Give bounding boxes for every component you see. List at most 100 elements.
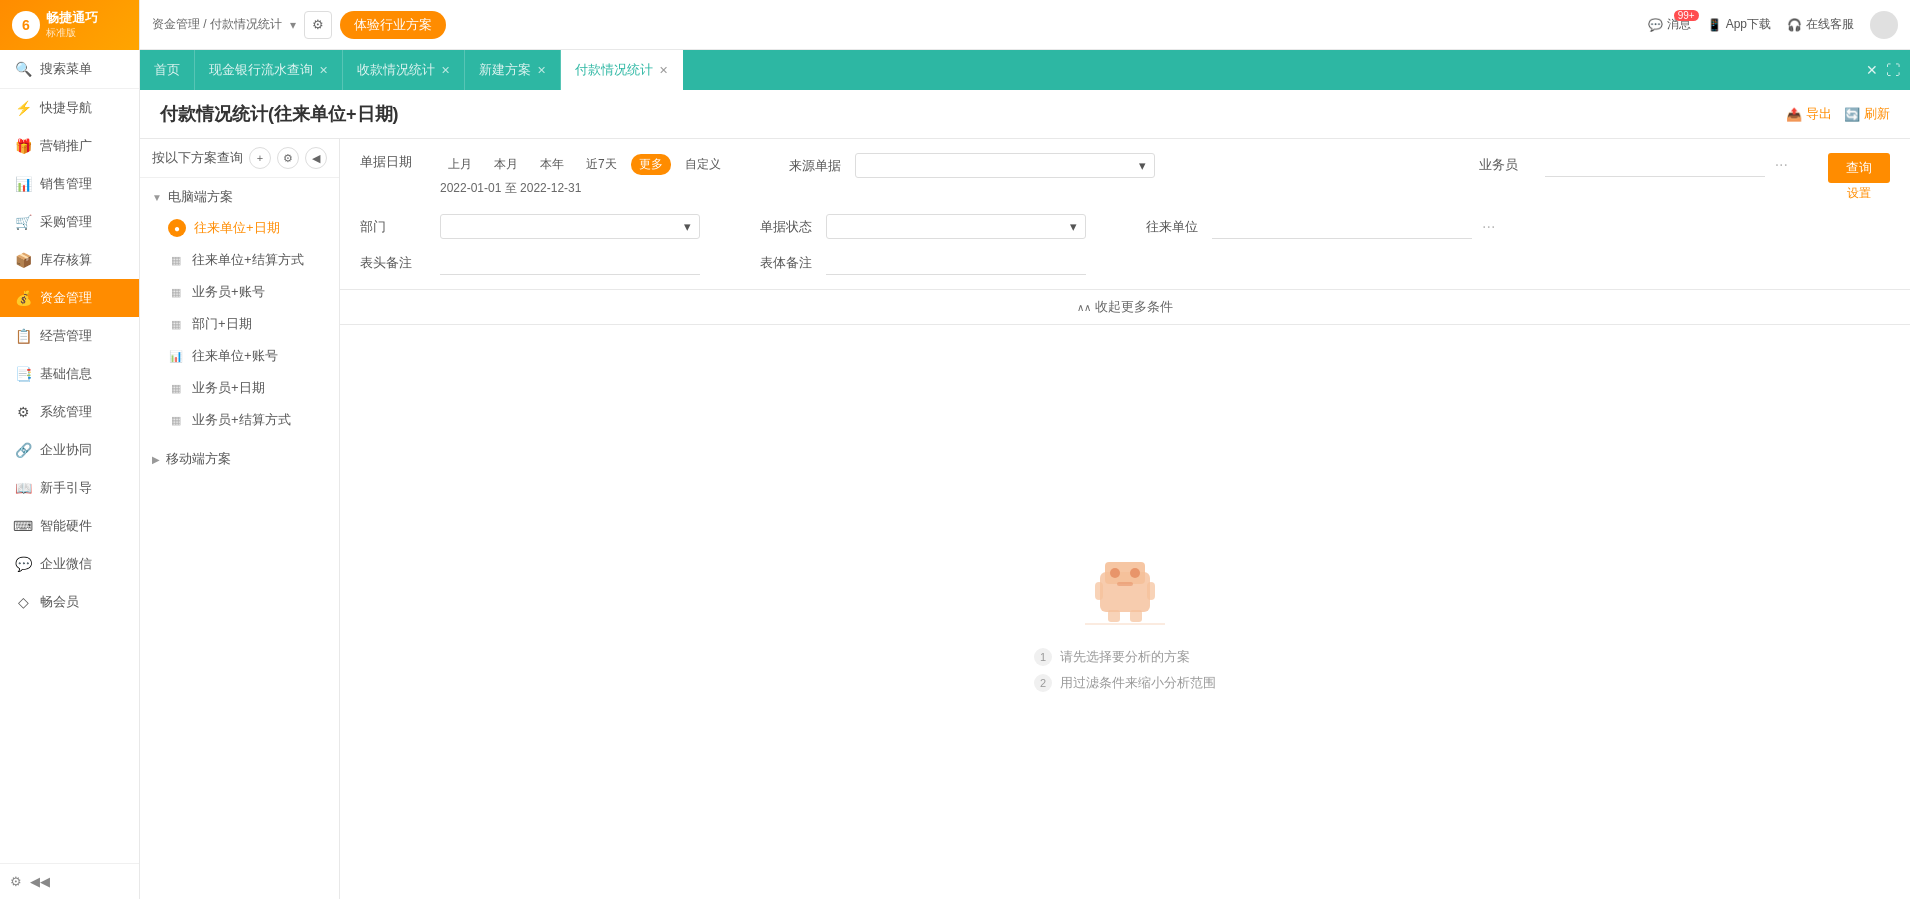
- sidebar-item-marketing[interactable]: 🎁 营销推广: [0, 127, 139, 165]
- topbar-left: 资金管理 / 付款情况统计 ▾ ⚙ 体验行业方案: [152, 11, 1638, 39]
- app-download-button[interactable]: 📱 App下载: [1707, 16, 1771, 33]
- collapse-label: 收起更多条件: [1095, 298, 1173, 316]
- date-btn-7days[interactable]: 近7天: [578, 153, 625, 176]
- tab-cashflow-close[interactable]: ✕: [319, 64, 328, 77]
- inventory-icon: 📦: [14, 251, 32, 269]
- tab-payment-stats[interactable]: 付款情况统计 ✕: [561, 50, 683, 90]
- tip-text-2: 用过滤条件来缩小分析范围: [1060, 674, 1216, 692]
- header-note-input[interactable]: [440, 251, 700, 275]
- scheme-group-desktop-arrow: ▼: [152, 192, 162, 203]
- tab-payment-stats-close[interactable]: ✕: [659, 64, 668, 77]
- customer-service-button[interactable]: 🎧 在线客服: [1787, 16, 1854, 33]
- sidebar-item-enterprise[interactable]: 🔗 企业协同: [0, 431, 139, 469]
- date-btn-last-month[interactable]: 上月: [440, 153, 480, 176]
- scheme-item-dept-date[interactable]: ▦ 部门+日期: [140, 308, 339, 340]
- query-button[interactable]: 查询: [1828, 153, 1890, 183]
- body-note-input[interactable]: [826, 251, 1086, 275]
- guide-icon: 📖: [14, 479, 32, 497]
- staff-input[interactable]: [1545, 153, 1765, 177]
- sidebar-item-wechat[interactable]: 💬 企业微信: [0, 545, 139, 583]
- scheme-item-counterparty-date-label: 往来单位+日期: [194, 219, 280, 237]
- page-content: 付款情况统计(往来单位+日期) 📤 导出 🔄 刷新 按以下方案查询: [140, 90, 1910, 899]
- scheme-active-icon: ●: [168, 219, 186, 237]
- trial-button[interactable]: 体验行业方案: [340, 11, 446, 39]
- sidebar-item-operations[interactable]: 📋 经营管理: [0, 317, 139, 355]
- scheme-item-counterparty-settle[interactable]: ▦ 往来单位+结算方式: [140, 244, 339, 276]
- scheme-item-staff-date[interactable]: ▦ 业务员+日期: [140, 372, 339, 404]
- tab-receivable[interactable]: 收款情况统计 ✕: [343, 50, 465, 90]
- scheme-item-counterparty-date[interactable]: ● 往来单位+日期: [140, 212, 339, 244]
- settings-link[interactable]: 设置: [1847, 185, 1871, 202]
- sidebar-item-hardware[interactable]: ⌨ 智能硬件: [0, 507, 139, 545]
- tab-receivable-close[interactable]: ✕: [441, 64, 450, 77]
- vip-icon: ◇: [14, 593, 32, 611]
- sidebar-item-finance[interactable]: 💰 资金管理: [0, 279, 139, 317]
- scheme-group-desktop-header[interactable]: ▼ 电脑端方案: [140, 182, 339, 212]
- svg-rect-5: [1095, 582, 1103, 600]
- svg-rect-6: [1147, 582, 1155, 600]
- page-title: 付款情况统计(往来单位+日期): [160, 102, 399, 126]
- scheme-item-staff-settle-label: 业务员+结算方式: [192, 411, 291, 429]
- tab-new-scheme-close[interactable]: ✕: [537, 64, 546, 77]
- sidebar-item-inventory[interactable]: 📦 库存核算: [0, 241, 139, 279]
- scheme-add-button[interactable]: +: [249, 147, 271, 169]
- tab-home[interactable]: 首页: [140, 50, 195, 90]
- tab-close-all-button[interactable]: ✕: [1866, 62, 1878, 78]
- nav-label-purchase: 采购管理: [40, 213, 92, 231]
- tab-new-scheme[interactable]: 新建方案 ✕: [465, 50, 561, 90]
- date-btn-this-month[interactable]: 本月: [486, 153, 526, 176]
- date-btn-this-year[interactable]: 本年: [532, 153, 572, 176]
- nav-label-vip: 畅会员: [40, 593, 79, 611]
- scheme-item-counterparty-account[interactable]: 📊 往来单位+账号: [140, 340, 339, 372]
- export-button[interactable]: 📤 导出: [1786, 105, 1832, 123]
- scheme-item-staff-account[interactable]: ▦ 业务员+账号: [140, 276, 339, 308]
- scheme-settings-button[interactable]: ⚙: [277, 147, 299, 169]
- sidebar-item-guide[interactable]: 📖 新手引导: [0, 469, 139, 507]
- refresh-button[interactable]: 🔄 刷新: [1844, 105, 1890, 123]
- collapse-button[interactable]: ∧∧ 收起更多条件: [1077, 298, 1173, 316]
- body-note-label: 表体备注: [760, 254, 820, 272]
- counterparty-input[interactable]: [1212, 215, 1472, 239]
- scheme-collapse-button[interactable]: ◀: [305, 147, 327, 169]
- nav-label-hardware: 智能硬件: [40, 517, 92, 535]
- footer-settings-icon[interactable]: ⚙: [10, 874, 22, 889]
- topbar-dropdown-icon[interactable]: ▾: [290, 18, 296, 32]
- date-btn-more[interactable]: 更多: [631, 154, 671, 175]
- app-download-label: App下载: [1726, 16, 1771, 33]
- source-select[interactable]: ▾: [855, 153, 1155, 178]
- tip-num-1: 1: [1034, 648, 1052, 666]
- sidebar-item-sales[interactable]: 📊 销售管理: [0, 165, 139, 203]
- messages-button[interactable]: 💬 消息 99+: [1648, 16, 1691, 33]
- voucher-status-select[interactable]: ▾: [826, 214, 1086, 239]
- sidebar-item-basic-info[interactable]: 📑 基础信息: [0, 355, 139, 393]
- topbar-settings-button[interactable]: ⚙: [304, 11, 332, 39]
- logo-icon: 6: [12, 11, 40, 39]
- scheme-group-mobile-header[interactable]: ▶ 移动端方案: [140, 444, 339, 474]
- filter-row-1: 单据日期 上月 本月 本年 近7天 更多 自定义 2022-01-01 至 20…: [360, 153, 1890, 202]
- tip-num-2: 2: [1034, 674, 1052, 692]
- scheme-item-staff-settle[interactable]: ▦ 业务员+结算方式: [140, 404, 339, 436]
- counterparty-dots[interactable]: ···: [1482, 218, 1495, 236]
- footer-collapse-icon[interactable]: ◀◀: [30, 874, 50, 889]
- sidebar-item-vip[interactable]: ◇ 畅会员: [0, 583, 139, 621]
- voucher-status-arrow: ▾: [1070, 219, 1077, 234]
- scheme-add-icon: +: [257, 152, 263, 164]
- date-btn-custom[interactable]: 自定义: [677, 153, 729, 176]
- scheme-item-icon-4: 📊: [168, 348, 184, 364]
- scheme-item-icon-1: ▦: [168, 252, 184, 268]
- sidebar-item-system[interactable]: ⚙ 系统管理: [0, 393, 139, 431]
- user-avatar[interactable]: [1870, 11, 1898, 39]
- tab-expand-button[interactable]: ⛶: [1886, 62, 1900, 78]
- sidebar-item-quick-nav[interactable]: ⚡ 快捷导航: [0, 89, 139, 127]
- logo-text-block: 畅捷通巧 标准版: [46, 10, 98, 40]
- filter-row-3: 表头备注 表体备注: [360, 251, 1890, 275]
- nav-label-guide: 新手引导: [40, 479, 92, 497]
- scheme-collapse-icon: ◀: [312, 152, 320, 165]
- staff-dots[interactable]: ···: [1775, 156, 1788, 174]
- sidebar-item-purchase[interactable]: 🛒 采购管理: [0, 203, 139, 241]
- tab-cashflow[interactable]: 现金银行流水查询 ✕: [195, 50, 343, 90]
- tab-receivable-label: 收款情况统计: [357, 61, 435, 79]
- tab-payment-stats-label: 付款情况统计: [575, 61, 653, 79]
- sidebar-search[interactable]: 🔍 搜索菜单: [0, 50, 139, 89]
- dept-select[interactable]: ▾: [440, 214, 700, 239]
